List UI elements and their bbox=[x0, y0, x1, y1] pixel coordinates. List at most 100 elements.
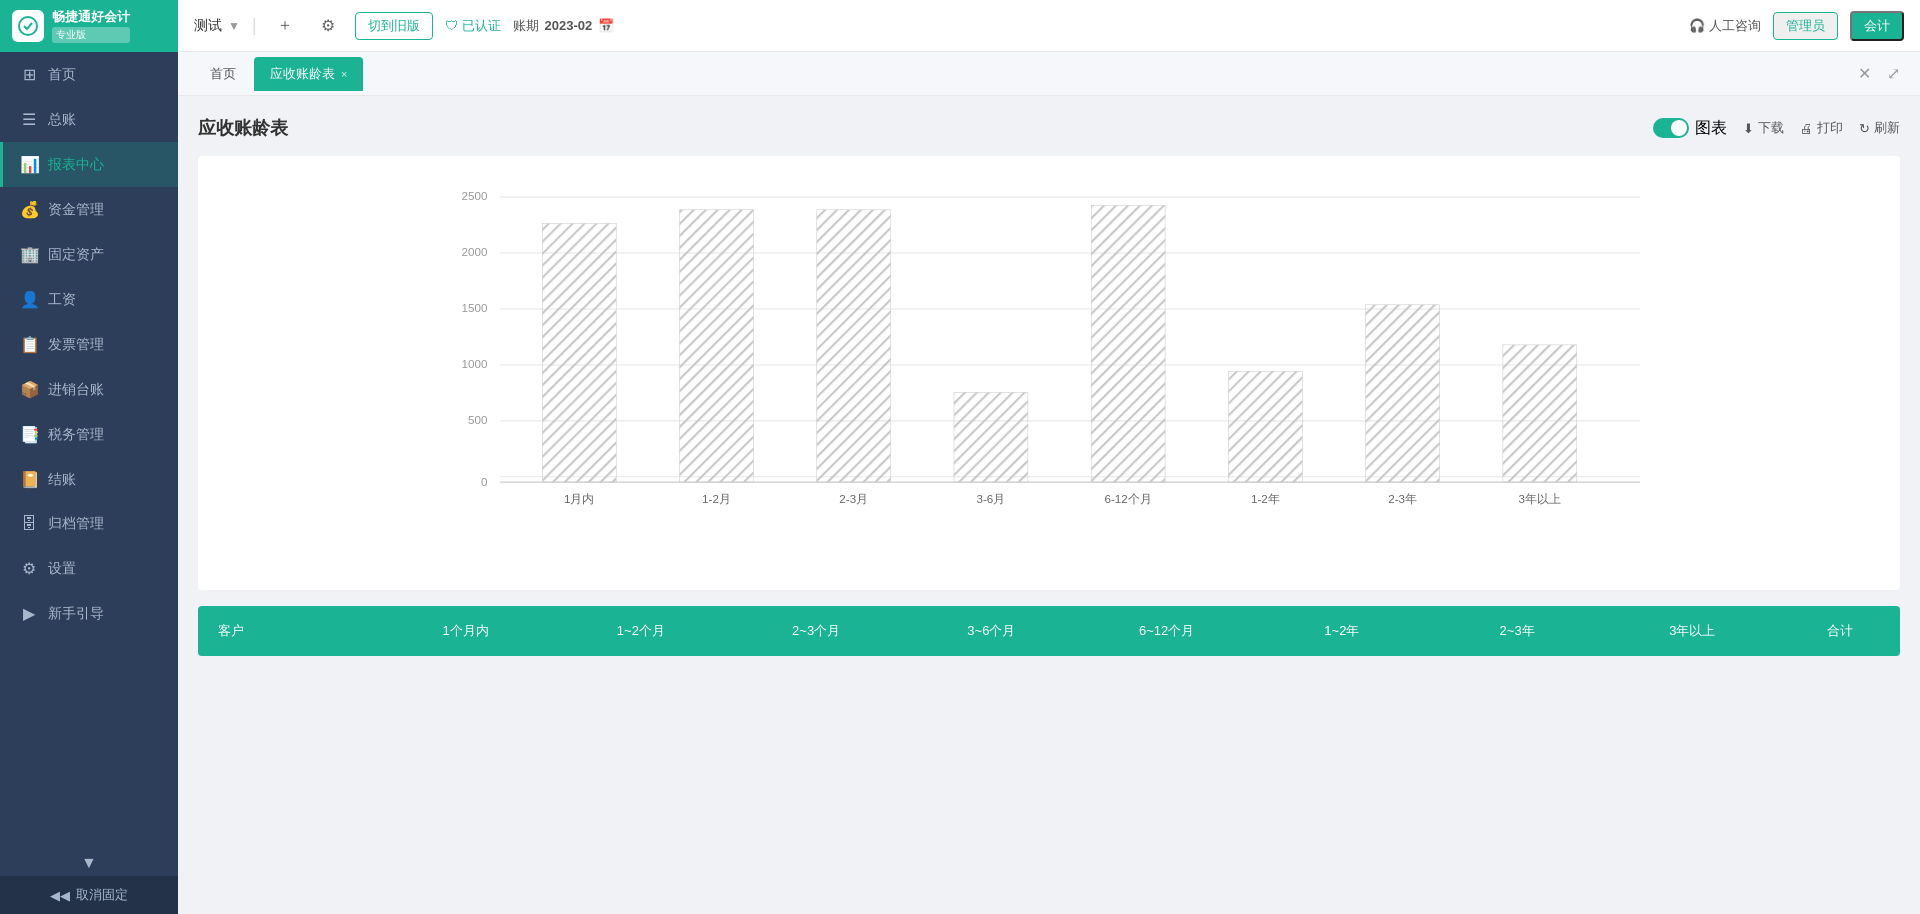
calendar-icon[interactable]: 📅 bbox=[598, 18, 614, 33]
sidebar-item-trade[interactable]: 📦 进销台账 bbox=[0, 367, 178, 412]
sidebar-item-label: 进销台账 bbox=[48, 381, 104, 399]
tab-home[interactable]: 首页 bbox=[194, 57, 252, 91]
svg-text:1-2年: 1-2年 bbox=[1251, 492, 1280, 505]
sidebar-item-ledger[interactable]: ☰ 总账 bbox=[0, 97, 178, 142]
assets-icon: 🏢 bbox=[20, 245, 38, 264]
download-label: 下载 bbox=[1758, 119, 1784, 137]
chart-toggle-wrap: 图表 bbox=[1653, 118, 1727, 139]
close-window-button[interactable]: ✕ bbox=[1854, 60, 1875, 87]
table-header-row: 客户 1个月内 1~2个月 2~3个月 3~6个月 6~12个月 1~2年 2~… bbox=[198, 606, 1900, 656]
cancel-fixed-button[interactable]: ◀◀ 取消固定 bbox=[0, 876, 178, 914]
chart-toggle[interactable] bbox=[1653, 118, 1689, 138]
page-actions: 图表 ⬇ 下载 🖨 打印 ↻ 刷新 bbox=[1653, 118, 1900, 139]
bar-1-2年 bbox=[1228, 371, 1302, 482]
col-2-3month: 2~3个月 bbox=[729, 606, 904, 656]
switch-version-button[interactable]: 切到旧版 bbox=[355, 12, 433, 40]
svg-text:1000: 1000 bbox=[462, 357, 488, 370]
sidebar-item-label: 发票管理 bbox=[48, 336, 104, 354]
settings-icon: ⚙ bbox=[20, 559, 38, 578]
sidebar-item-label: 报表中心 bbox=[48, 156, 104, 174]
sidebar-item-label: 设置 bbox=[48, 560, 76, 578]
sidebar-nav: ⊞ 首页 ☰ 总账 📊 报表中心 💰 资金管理 🏢 固定资产 👤 工资 📋 发票… bbox=[0, 52, 178, 850]
shield-icon: 🛡 bbox=[445, 18, 458, 33]
chart-container: 0 500 1000 1500 2000 2500 1月内 1-2月 bbox=[198, 156, 1900, 590]
bar-2-3年 bbox=[1366, 305, 1440, 482]
tabbar: 首页 应收账龄表 × ✕ ⤢ bbox=[178, 52, 1920, 96]
divider-1: | bbox=[252, 15, 257, 36]
svg-text:2000: 2000 bbox=[462, 245, 488, 258]
refresh-button[interactable]: ↻ 刷新 bbox=[1859, 119, 1900, 137]
invoice-icon: 📋 bbox=[20, 335, 38, 354]
payroll-icon: 👤 bbox=[20, 290, 38, 309]
sidebar-item-assets[interactable]: 🏢 固定资产 bbox=[0, 232, 178, 277]
sidebar-item-label: 总账 bbox=[48, 111, 76, 129]
headphone-icon: 🎧 bbox=[1689, 18, 1705, 33]
sidebar-item-label: 固定资产 bbox=[48, 246, 104, 264]
cancel-fixed-label: 取消固定 bbox=[76, 886, 128, 904]
tab-accounts-aging[interactable]: 应收账龄表 × bbox=[254, 57, 363, 91]
trade-icon: 📦 bbox=[20, 380, 38, 399]
svg-text:3-6月: 3-6月 bbox=[977, 492, 1006, 505]
svg-text:2-3月: 2-3月 bbox=[839, 492, 868, 505]
svg-text:1500: 1500 bbox=[462, 301, 488, 314]
app-version: 专业版 bbox=[52, 27, 130, 43]
svg-text:1-2月: 1-2月 bbox=[702, 492, 731, 505]
accounting-period: 账期 2023-02 📅 bbox=[513, 17, 615, 35]
sidebar-item-tax[interactable]: 📑 税务管理 bbox=[0, 412, 178, 457]
page-content: 应收账龄表 图表 ⬇ 下载 🖨 打印 ↻ 刷新 bbox=[178, 96, 1920, 914]
sidebar-item-reports[interactable]: 📊 报表中心 bbox=[0, 142, 178, 187]
sidebar-item-home[interactable]: ⊞ 首页 bbox=[0, 52, 178, 97]
sidebar-item-label: 结账 bbox=[48, 471, 76, 489]
sidebar-item-settings[interactable]: ⚙ 设置 bbox=[0, 546, 178, 591]
page-title: 应收账龄表 bbox=[198, 116, 288, 140]
tax-icon: 📑 bbox=[20, 425, 38, 444]
cancel-fixed-icon: ◀◀ bbox=[50, 888, 70, 903]
admin-button[interactable]: 管理员 bbox=[1773, 12, 1838, 40]
home-icon: ⊞ bbox=[20, 65, 38, 84]
active-tab-label: 应收账龄表 bbox=[270, 65, 335, 83]
sidebar-item-archive[interactable]: 🗄 归档管理 bbox=[0, 502, 178, 546]
sidebar-item-invoice[interactable]: 📋 发票管理 bbox=[0, 322, 178, 367]
sidebar-item-label: 工资 bbox=[48, 291, 76, 309]
certified-label: 已认证 bbox=[462, 17, 501, 35]
sidebar-item-label: 税务管理 bbox=[48, 426, 104, 444]
reports-icon: 📊 bbox=[20, 155, 38, 174]
print-button[interactable]: 🖨 打印 bbox=[1800, 119, 1843, 137]
period-value: 2023-02 bbox=[545, 18, 593, 33]
role-button[interactable]: 会计 bbox=[1850, 11, 1904, 41]
period-label: 账期 bbox=[513, 17, 539, 35]
sidebar-item-guide[interactable]: ▶ 新手引导 bbox=[0, 591, 178, 636]
sidebar-item-label: 新手引导 bbox=[48, 605, 104, 623]
sidebar-item-settlement[interactable]: 📔 结账 bbox=[0, 457, 178, 502]
download-button[interactable]: ⬇ 下载 bbox=[1743, 119, 1784, 137]
col-3plus-year: 3年以上 bbox=[1605, 606, 1780, 656]
download-icon: ⬇ bbox=[1743, 121, 1754, 136]
svg-text:6-12个月: 6-12个月 bbox=[1105, 492, 1152, 505]
service-button[interactable]: 🎧 人工咨询 bbox=[1689, 17, 1761, 35]
svg-text:2500: 2500 bbox=[462, 189, 488, 202]
col-3-6month: 3~6个月 bbox=[904, 606, 1079, 656]
settings-button[interactable]: ⚙ bbox=[313, 12, 343, 39]
chart-toggle-label: 图表 bbox=[1695, 118, 1727, 139]
col-6-12month: 6~12个月 bbox=[1079, 606, 1254, 656]
project-name: 测试 bbox=[194, 17, 222, 35]
col-1month: 1个月内 bbox=[378, 606, 553, 656]
expand-button[interactable]: ⤢ bbox=[1883, 60, 1904, 87]
close-tab-icon[interactable]: × bbox=[341, 68, 347, 80]
svg-text:500: 500 bbox=[468, 413, 487, 426]
col-customer: 客户 bbox=[198, 606, 378, 656]
sidebar-logo: 畅捷通好会计 专业版 bbox=[0, 0, 178, 52]
settlement-icon: 📔 bbox=[20, 470, 38, 489]
refresh-label: 刷新 bbox=[1874, 119, 1900, 137]
svg-text:2-3年: 2-3年 bbox=[1388, 492, 1417, 505]
project-selector[interactable]: 测试 ▼ bbox=[194, 17, 240, 35]
sidebar-item-funds[interactable]: 💰 资金管理 bbox=[0, 187, 178, 232]
app-name: 畅捷通好会计 bbox=[52, 9, 130, 26]
sidebar-item-label: 资金管理 bbox=[48, 201, 104, 219]
service-label: 人工咨询 bbox=[1709, 17, 1761, 35]
scroll-down-arrow[interactable]: ▼ bbox=[0, 850, 178, 876]
col-2-3year: 2~3年 bbox=[1430, 606, 1605, 656]
bar-1月内 bbox=[542, 224, 616, 483]
sidebar-item-payroll[interactable]: 👤 工资 bbox=[0, 277, 178, 322]
add-button[interactable]: ＋ bbox=[269, 11, 301, 40]
